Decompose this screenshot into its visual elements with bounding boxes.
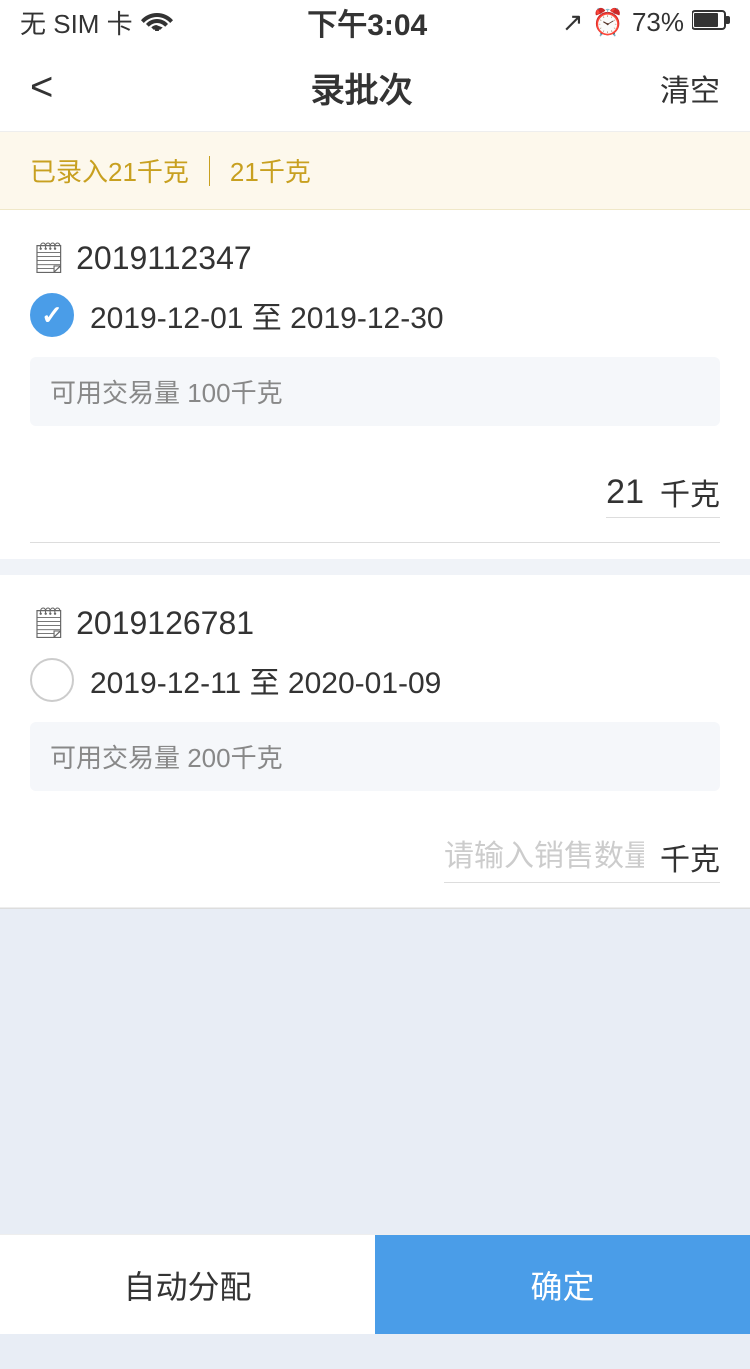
quantity-unit-1: 千克 <box>660 470 720 514</box>
clear-button[interactable]: 清空 <box>660 66 720 110</box>
status-right: ↗ ⏰ 73% <box>562 7 730 38</box>
batch-id-row-2: 🗒 2019126781 <box>30 605 720 642</box>
batch-date-1: 2019-12-01 至 2019-12-30 <box>90 293 444 337</box>
quantity-value-1: 21 <box>606 473 644 512</box>
nav-bar: < 录批次 清空 <box>0 44 750 132</box>
input-unit-2: 千克 <box>660 835 720 879</box>
batch-id-2: 2019126781 <box>76 605 254 642</box>
batch-icon-1: 🗒 <box>30 241 68 276</box>
alarm-icon: ⏰ <box>592 7 624 38</box>
page-title: 录批次 <box>311 63 413 112</box>
batch-card-1: 🗒 2019112347 2019-12-01 至 2019-12-30 可用交… <box>0 210 750 559</box>
section-divider <box>0 559 750 575</box>
bottom-bar: 自动分配 确定 <box>0 1234 750 1334</box>
no-sim-text: 无 SIM 卡 <box>20 4 133 41</box>
batch-card-2: 🗒 2019126781 2019-12-11 至 2020-01-09 可用交… <box>0 575 750 909</box>
batch-date-row-1[interactable]: 2019-12-01 至 2019-12-30 <box>30 293 720 337</box>
batch-available-1: 可用交易量 100千克 <box>30 357 720 426</box>
battery-icon <box>692 7 730 38</box>
batch-date-row-2[interactable]: 2019-12-11 至 2020-01-09 <box>30 658 720 702</box>
recorded-amount-label: 已录入21千克 <box>30 152 189 189</box>
quantity-input-2[interactable] <box>444 840 644 874</box>
radio-checked-1[interactable] <box>30 293 74 337</box>
status-bar: 无 SIM 卡 下午3:04 ↗ ⏰ 73% <box>0 0 750 44</box>
batch-card-2-inner: 🗒 2019126781 2019-12-11 至 2020-01-09 可用交… <box>0 575 750 791</box>
batch-icon-2: 🗒 <box>30 606 68 641</box>
batch-available-2: 可用交易量 200千克 <box>30 722 720 791</box>
batch-id-row-1: 🗒 2019112347 <box>30 240 720 277</box>
auto-distribute-button[interactable]: 自动分配 <box>0 1235 375 1334</box>
batch-card-1-inner: 🗒 2019112347 2019-12-01 至 2019-12-30 可用交… <box>0 210 750 426</box>
back-button[interactable]: < <box>20 55 63 120</box>
location-icon: ↗ <box>562 7 584 38</box>
radio-unchecked-2[interactable] <box>30 658 74 702</box>
info-bar: 已录入21千克 21千克 <box>0 132 750 210</box>
input-row-2[interactable]: 千克 <box>0 811 750 908</box>
quantity-row-1: 21 千克 <box>0 446 750 542</box>
status-left: 无 SIM 卡 <box>20 4 173 41</box>
battery-text: 73% <box>632 7 684 38</box>
recorded-amount-value: 21千克 <box>230 152 311 189</box>
confirm-button[interactable]: 确定 <box>375 1235 750 1334</box>
wifi-icon <box>141 7 173 38</box>
batch-date-2: 2019-12-11 至 2020-01-09 <box>90 658 441 702</box>
time-display: 下午3:04 <box>307 0 427 44</box>
batch-id-1: 2019112347 <box>76 240 252 277</box>
info-divider <box>209 156 210 186</box>
